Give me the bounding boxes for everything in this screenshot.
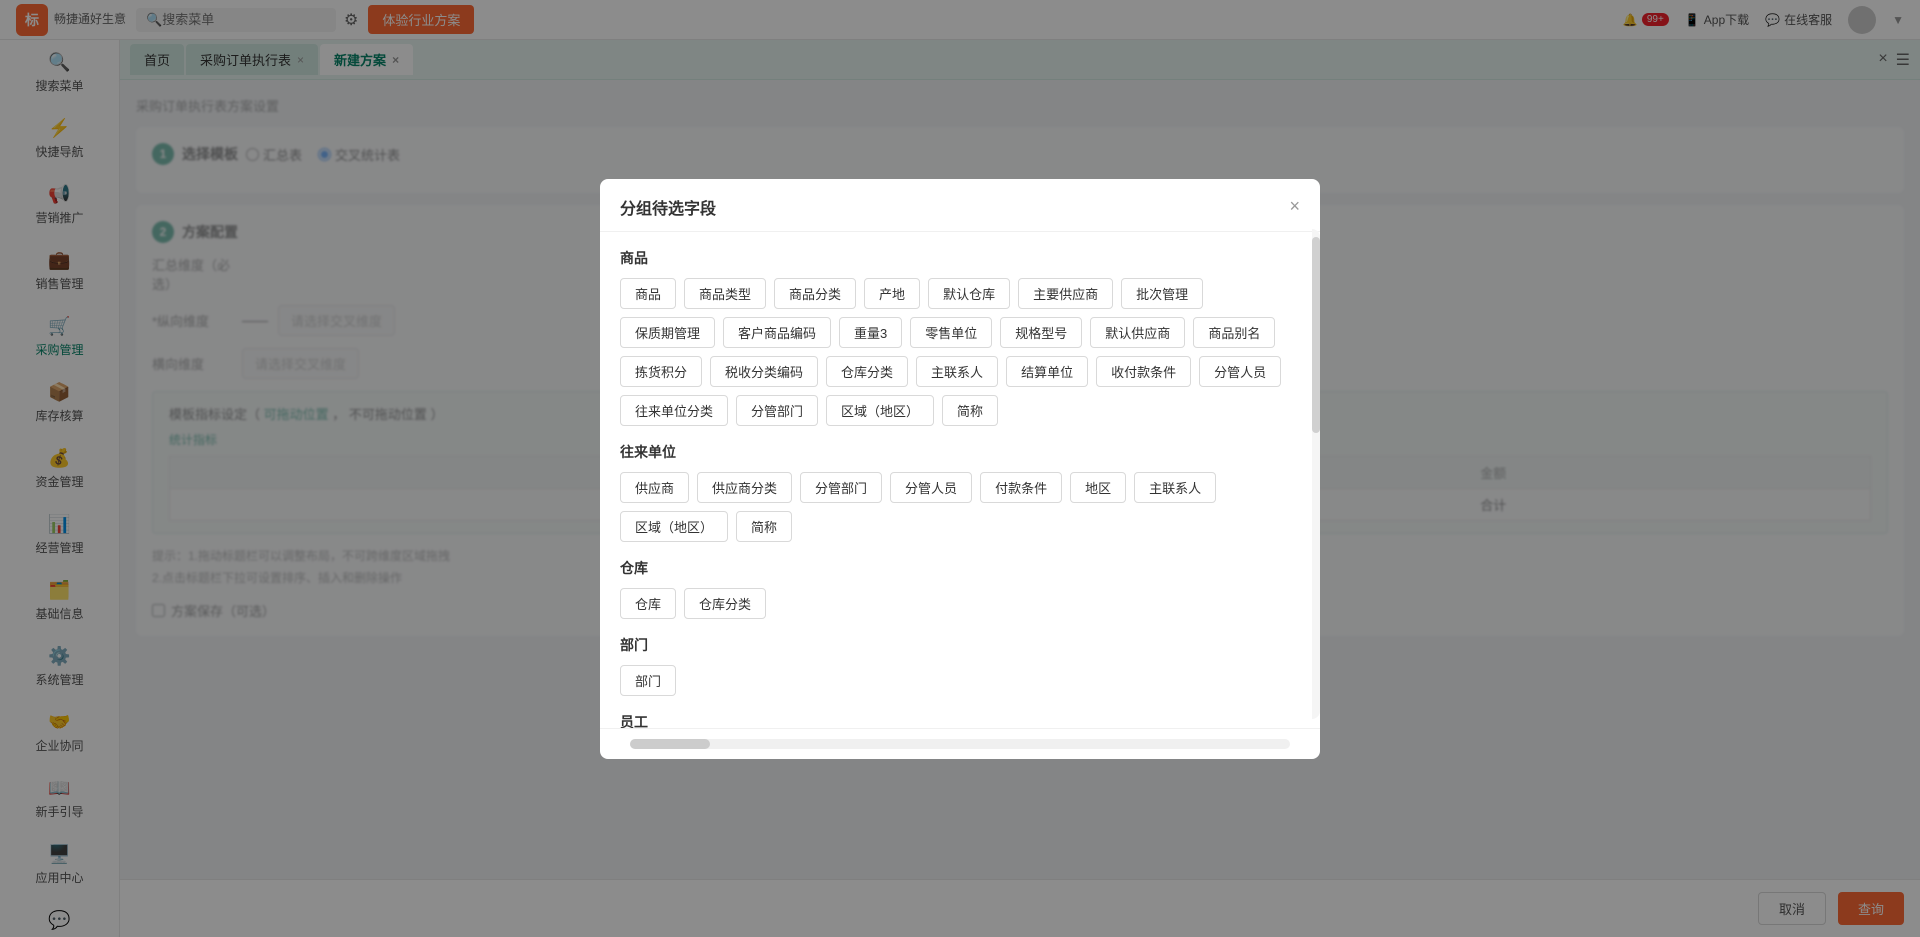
field-tag-1-8[interactable]: 简称: [736, 511, 792, 542]
field-tag-0-1[interactable]: 商品类型: [684, 278, 766, 309]
field-tag-2-0[interactable]: 仓库: [620, 588, 676, 619]
modal-title: 分组待选字段: [620, 195, 716, 219]
field-tag-0-6[interactable]: 批次管理: [1121, 278, 1203, 309]
field-tag-1-4[interactable]: 付款条件: [980, 472, 1062, 503]
field-section-title-2: 仓库: [620, 558, 1300, 578]
field-tag-0-20[interactable]: 分管人员: [1199, 356, 1281, 387]
field-tags-3: 部门: [620, 665, 1300, 696]
field-section-3: 部门部门: [620, 635, 1300, 696]
field-tags-0: 商品商品类型商品分类产地默认仓库主要供应商批次管理保质期管理客户商品编码重量3 零…: [620, 278, 1300, 426]
field-tag-0-9[interactable]: 重量3: [839, 317, 902, 348]
field-tag-0-8[interactable]: 客户商品编码: [723, 317, 831, 348]
field-tag-0-13[interactable]: 商品别名: [1193, 317, 1275, 348]
field-tag-0-19[interactable]: 收付款条件: [1096, 356, 1191, 387]
field-tag-0-18[interactable]: 结算单位: [1006, 356, 1088, 387]
field-tag-0-4[interactable]: 默认仓库: [928, 278, 1010, 309]
field-tags-1: 供应商供应商分类分管部门分管人员付款条件地区主联系人区域（地区） 简称: [620, 472, 1300, 542]
field-tag-0-0[interactable]: 商品: [620, 278, 676, 309]
field-tag-0-3[interactable]: 产地: [864, 278, 920, 309]
field-section-title-1: 往来单位: [620, 442, 1300, 462]
field-section-0: 商品商品商品类型商品分类产地默认仓库主要供应商批次管理保质期管理客户商品编码重量…: [620, 248, 1300, 426]
modal-body: 商品商品商品类型商品分类产地默认仓库主要供应商批次管理保质期管理客户商品编码重量…: [600, 232, 1320, 728]
modal-footer: [600, 728, 1320, 759]
field-tag-1-3[interactable]: 分管人员: [890, 472, 972, 503]
field-tag-2-1[interactable]: 仓库分类: [684, 588, 766, 619]
field-tag-1-6[interactable]: 主联系人: [1134, 472, 1216, 503]
field-section-title-3: 部门: [620, 635, 1300, 655]
field-section-4: 员工业务员: [620, 712, 1300, 728]
field-tag-0-17[interactable]: 主联系人: [916, 356, 998, 387]
field-section-title-0: 商品: [620, 248, 1300, 268]
field-tag-0-15[interactable]: 税收分类编码: [710, 356, 818, 387]
field-tag-0-10[interactable]: 零售单位: [910, 317, 992, 348]
modal-overlay: 分组待选字段 × 商品商品商品类型商品分类产地默认仓库主要供应商批次管理保质期管…: [0, 0, 1920, 937]
field-tag-0-14[interactable]: 拣货积分: [620, 356, 702, 387]
field-tag-0-21[interactable]: 往来单位分类: [620, 395, 728, 426]
field-tag-0-2[interactable]: 商品分类: [774, 278, 856, 309]
field-tags-2: 仓库仓库分类: [620, 588, 1300, 619]
field-tag-3-0[interactable]: 部门: [620, 665, 676, 696]
field-tag-0-23[interactable]: 区域（地区）: [826, 395, 934, 426]
field-tag-1-1[interactable]: 供应商分类: [697, 472, 792, 503]
modal-header: 分组待选字段 ×: [600, 179, 1320, 232]
hscroll-thumb: [630, 739, 710, 749]
field-section-1: 往来单位供应商供应商分类分管部门分管人员付款条件地区主联系人区域（地区） 简称: [620, 442, 1300, 542]
field-section-2: 仓库仓库仓库分类: [620, 558, 1300, 619]
field-tag-0-5[interactable]: 主要供应商: [1018, 278, 1113, 309]
field-tag-0-12[interactable]: 默认供应商: [1090, 317, 1185, 348]
field-tag-0-22[interactable]: 分管部门: [736, 395, 818, 426]
field-tag-0-7[interactable]: 保质期管理: [620, 317, 715, 348]
field-tag-1-5[interactable]: 地区: [1070, 472, 1126, 503]
modal-dialog: 分组待选字段 × 商品商品商品类型商品分类产地默认仓库主要供应商批次管理保质期管…: [600, 179, 1320, 759]
field-tag-1-0[interactable]: 供应商: [620, 472, 689, 503]
field-tag-1-7[interactable]: 区域（地区）: [620, 511, 728, 542]
field-tag-1-2[interactable]: 分管部门: [800, 472, 882, 503]
modal-vscroll-thumb: [1312, 237, 1320, 433]
modal-close-button[interactable]: ×: [1289, 196, 1300, 217]
field-tag-0-16[interactable]: 仓库分类: [826, 356, 908, 387]
modal-hscroll[interactable]: [630, 739, 1290, 749]
field-tag-0-24[interactable]: 简称: [942, 395, 998, 426]
field-tag-0-11[interactable]: 规格型号: [1000, 317, 1082, 348]
modal-vscroll-track[interactable]: [1312, 229, 1320, 719]
field-section-title-4: 员工: [620, 712, 1300, 728]
